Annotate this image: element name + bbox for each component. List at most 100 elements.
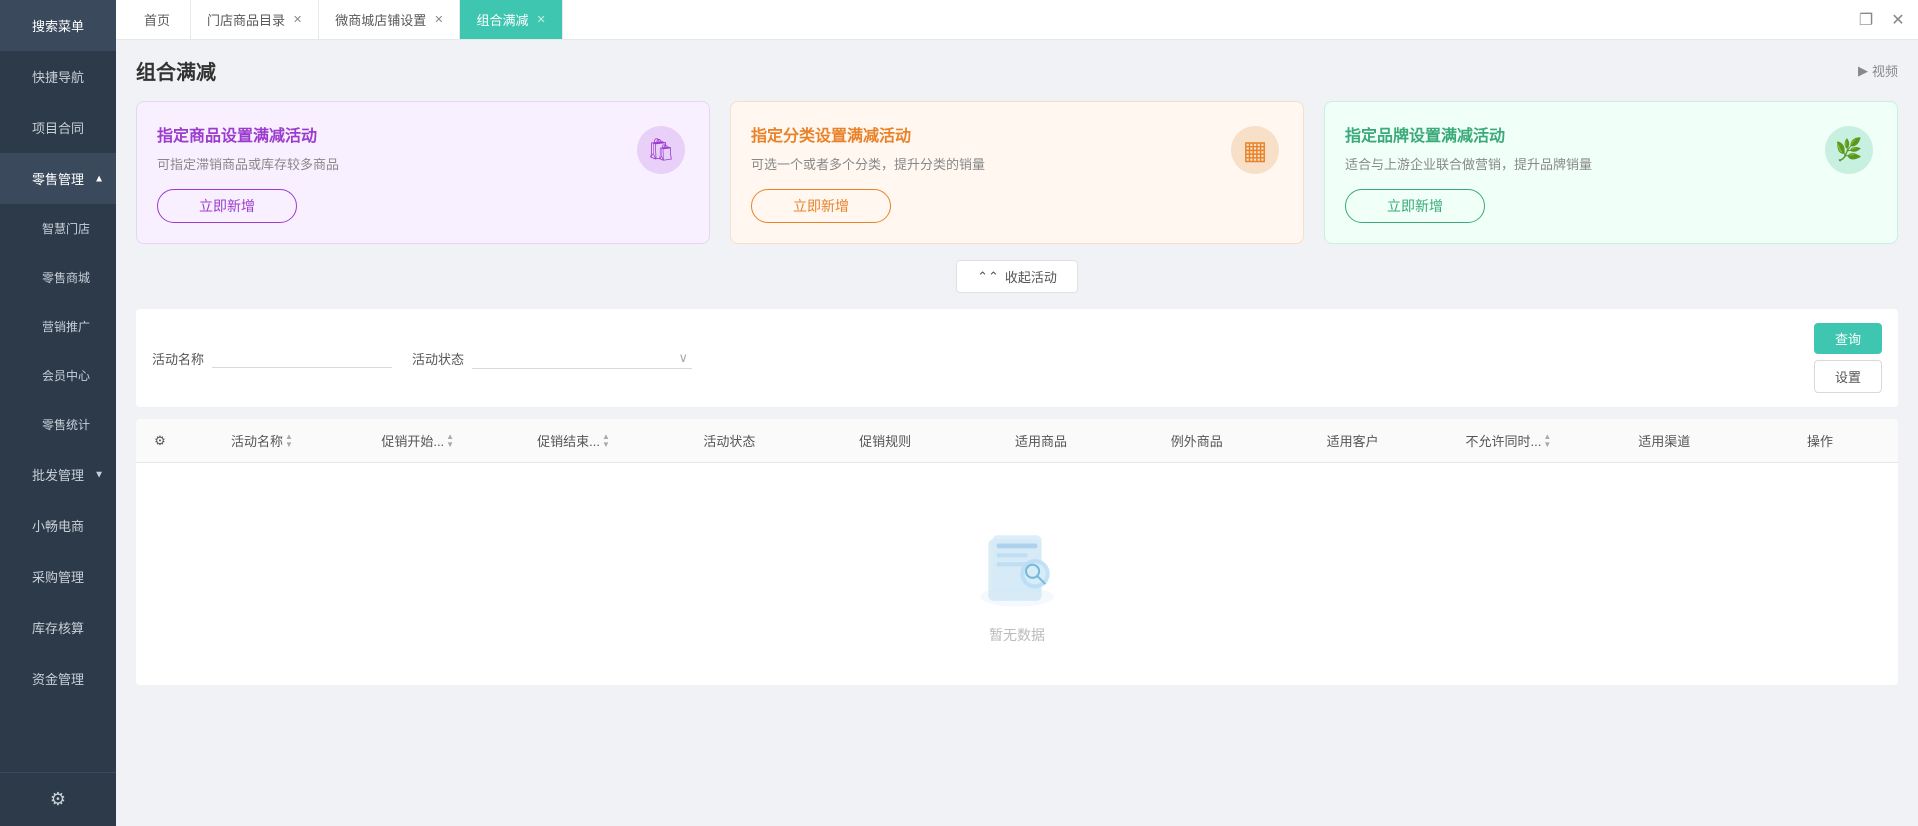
activity-name-filter: 活动名称 xyxy=(152,348,392,368)
activity-status-label: 活动状态 xyxy=(412,349,464,368)
sidebar-item-finance[interactable]: 资金管理 xyxy=(0,653,116,704)
table-column-end: 促销结束... ▲▼ xyxy=(496,431,652,450)
sidebar-item-label: 批发管理 xyxy=(32,468,84,483)
collapse-up-icon: ⌃⌃ xyxy=(977,269,999,285)
data-table: ⚙ 活动名称 ▲▼ 促销开始... ▲▼ 促销结束... xyxy=(136,419,1898,685)
sidebar-item-label: 智慧门店 xyxy=(42,222,90,236)
sidebar-item-label: 资金管理 xyxy=(32,672,84,687)
play-icon: ▶ xyxy=(1858,63,1868,79)
table-column-gear[interactable]: ⚙ xyxy=(136,433,184,449)
sidebar-item-retail-management[interactable]: 零售管理 ▲ xyxy=(0,153,116,204)
content-area: 组合满减 ▶ 视频 🛍 指定商品设置满减活动 可指定滞销商品或库存较多商品 立即… xyxy=(116,40,1918,826)
activity-name-label: 活动名称 xyxy=(152,349,204,368)
tab-wechat-settings[interactable]: 微商城店铺设置 ✕ xyxy=(319,0,460,39)
sidebar-item-member-center[interactable]: 会员中心 xyxy=(0,351,116,400)
table-column-products: 适用商品 xyxy=(963,431,1119,450)
activity-status-filter: 活动状态 ∨ xyxy=(412,348,692,369)
sidebar-item-search-menu[interactable]: 搜索菜单 xyxy=(0,0,116,51)
product-card-desc: 可指定滞销商品或库存较多商品 xyxy=(157,154,689,173)
tab-product-catalog[interactable]: 门店商品目录 ✕ xyxy=(191,0,319,39)
page-header: 组合满减 ▶ 视频 xyxy=(136,56,1898,85)
table-column-action: 操作 xyxy=(1742,431,1898,450)
tabbar: 首页 门店商品目录 ✕ 微商城店铺设置 ✕ 组合满减 ✕ ❐ ✕ xyxy=(116,0,1918,40)
sidebar-item-project-contract[interactable]: 项目合同 xyxy=(0,102,116,153)
query-button[interactable]: 查询 xyxy=(1814,323,1882,354)
sidebar-item-inventory[interactable]: 库存核算 xyxy=(0,602,116,653)
close-window-button[interactable]: ✕ xyxy=(1886,8,1910,32)
category-card-title: 指定分类设置满减活动 xyxy=(751,122,1283,146)
tab-close-product-catalog[interactable]: ✕ xyxy=(293,13,302,26)
sidebar-item-label: 项目合同 xyxy=(32,121,84,136)
sidebar-item-label: 零售管理 xyxy=(32,172,84,187)
tab-close-combo-discount[interactable]: ✕ xyxy=(537,13,546,26)
setting-button[interactable]: 设置 xyxy=(1814,360,1882,393)
sidebar-item-marketing[interactable]: 营销推广 xyxy=(0,302,116,351)
sidebar-settings-icon[interactable]: ⚙ xyxy=(0,773,116,826)
table-column-channel: 适用渠道 xyxy=(1586,431,1742,450)
restore-window-button[interactable]: ❐ xyxy=(1854,8,1878,32)
sidebar-item-label: 快捷导航 xyxy=(32,70,84,85)
table-column-no-overlap: 不允许同时... ▲▼ xyxy=(1431,431,1587,450)
activity-name-input[interactable] xyxy=(212,348,392,368)
gear-icon: ⚙ xyxy=(154,433,166,449)
category-activity-card: ▦ 指定分类设置满减活动 可选一个或者多个分类，提升分类的销量 立即新增 xyxy=(730,101,1304,244)
empty-state: 暂无数据 xyxy=(136,463,1898,685)
category-card-icon: ▦ xyxy=(1231,126,1279,174)
brand-card-title: 指定品牌设置满减活动 xyxy=(1345,122,1877,146)
sort-arrows-no-overlap: ▲▼ xyxy=(1543,433,1551,449)
expand-arrow-icon: ▲ xyxy=(94,173,104,184)
sidebar-item-label: 营销推广 xyxy=(42,320,90,334)
tab-home[interactable]: 首页 xyxy=(124,0,191,39)
sidebar-item-label: 会员中心 xyxy=(42,369,90,383)
empty-text: 暂无数据 xyxy=(989,625,1045,645)
sidebar-item-quick-nav[interactable]: 快捷导航 xyxy=(0,51,116,102)
brand-card-icon: 🌿 xyxy=(1825,126,1873,174)
filter-row: 活动名称 活动状态 ∨ 查询 设置 xyxy=(136,309,1898,407)
brand-card-add-button[interactable]: 立即新增 xyxy=(1345,189,1485,223)
tabbar-right-controls: ❐ ✕ xyxy=(1854,8,1910,32)
collapse-bar: ⌃⌃ 收起活动 xyxy=(136,260,1898,293)
tab-close-wechat-settings[interactable]: ✕ xyxy=(434,13,443,26)
table-column-status: 活动状态 xyxy=(651,431,807,450)
table-header: ⚙ 活动名称 ▲▼ 促销开始... ▲▼ 促销结束... xyxy=(136,419,1898,463)
table-column-rule: 促销规则 xyxy=(807,431,963,450)
empty-state-icon xyxy=(967,523,1067,613)
sidebar-item-retail-mall[interactable]: 零售商城 xyxy=(0,253,116,302)
collapse-activities-button[interactable]: ⌃⌃ 收起活动 xyxy=(956,260,1078,293)
activity-status-select[interactable]: ∨ xyxy=(472,348,692,369)
main-area: 首页 门店商品目录 ✕ 微商城店铺设置 ✕ 组合满减 ✕ ❐ ✕ 组合满减 ▶ … xyxy=(116,0,1918,826)
table-column-name: 活动名称 ▲▼ xyxy=(184,431,340,450)
sidebar-item-label: 小畅电商 xyxy=(32,519,84,534)
category-card-add-button[interactable]: 立即新增 xyxy=(751,189,891,223)
sidebar-item-purchase[interactable]: 采购管理 xyxy=(0,551,116,602)
table-column-exclude: 例外商品 xyxy=(1119,431,1275,450)
brand-card-desc: 适合与上游企业联合做营销，提升品牌销量 xyxy=(1345,154,1877,173)
product-activity-card: 🛍 指定商品设置满减活动 可指定滞销商品或库存较多商品 立即新增 xyxy=(136,101,710,244)
tab-combo-discount[interactable]: 组合满减 ✕ xyxy=(460,0,562,39)
brand-activity-card: 🌿 指定品牌设置满减活动 适合与上游企业联合做营销，提升品牌销量 立即新增 xyxy=(1324,101,1898,244)
product-card-title: 指定商品设置满减活动 xyxy=(157,122,689,146)
sidebar-item-retail-stats[interactable]: 零售统计 xyxy=(0,400,116,449)
sidebar-item-label: 搜索菜单 xyxy=(32,19,84,34)
table-column-customer: 适用客户 xyxy=(1275,431,1431,450)
product-card-add-button[interactable]: 立即新增 xyxy=(157,189,297,223)
expand-arrow-icon: ▼ xyxy=(94,469,104,480)
sort-arrows-end: ▲▼ xyxy=(602,433,610,449)
table-column-start: 促销开始... ▲▼ xyxy=(340,431,496,450)
category-card-desc: 可选一个或者多个分类，提升分类的销量 xyxy=(751,154,1283,173)
sidebar-item-smart-store[interactable]: 智慧门店 xyxy=(0,204,116,253)
sidebar: 搜索菜单 快捷导航 项目合同 零售管理 ▲ 智慧门店 零售商城 营销推广 会员中… xyxy=(0,0,116,826)
cards-row: 🛍 指定商品设置满减活动 可指定滞销商品或库存较多商品 立即新增 ▦ 指定分类设… xyxy=(136,101,1898,244)
sidebar-item-wholesale[interactable]: 批发管理 ▼ xyxy=(0,449,116,500)
sidebar-item-xiaochang[interactable]: 小畅电商 xyxy=(0,500,116,551)
page-title: 组合满减 xyxy=(136,56,216,85)
filter-buttons: 查询 设置 xyxy=(1814,323,1882,393)
chevron-down-icon: ∨ xyxy=(679,350,689,366)
sidebar-item-label: 零售商城 xyxy=(42,271,90,285)
sort-arrows-name: ▲▼ xyxy=(285,433,293,449)
sidebar-item-label: 采购管理 xyxy=(32,570,84,585)
sidebar-item-label: 零售统计 xyxy=(42,418,90,432)
sidebar-item-label: 库存核算 xyxy=(32,621,84,636)
video-link[interactable]: ▶ 视频 xyxy=(1858,61,1898,80)
sort-arrows-start: ▲▼ xyxy=(446,433,454,449)
